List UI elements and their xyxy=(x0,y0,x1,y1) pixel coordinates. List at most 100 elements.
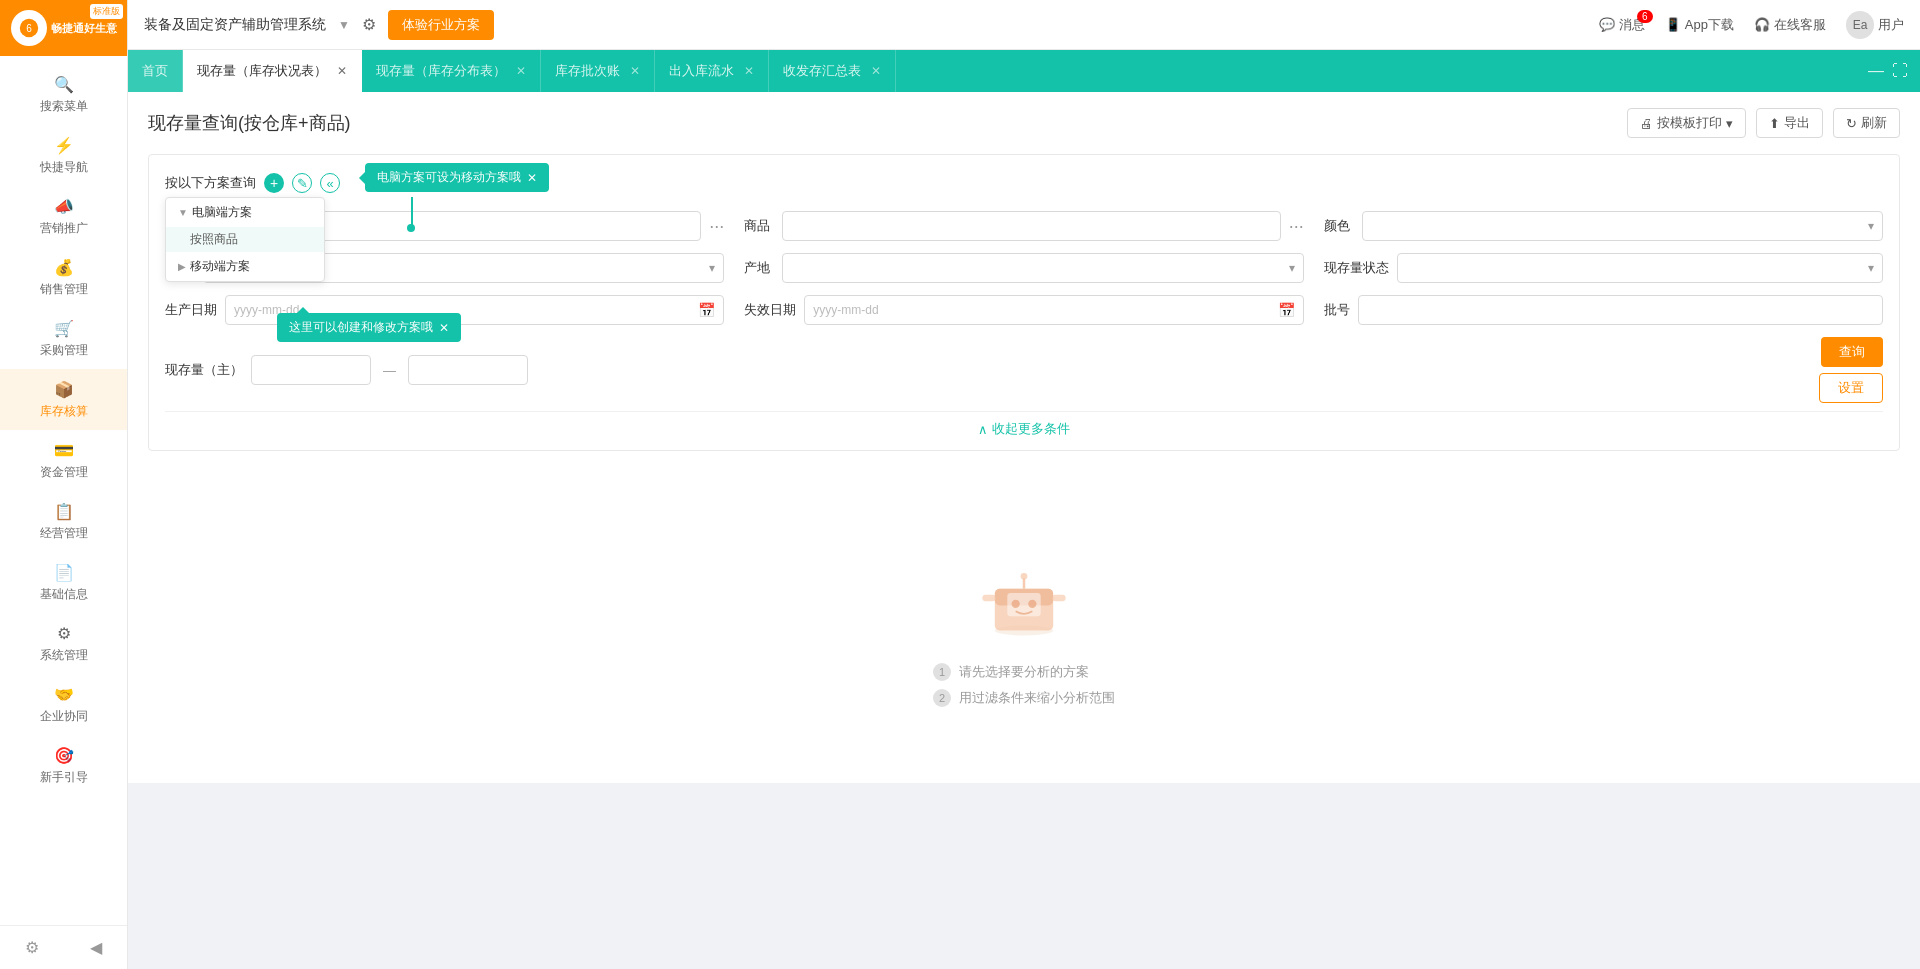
page-title: 现存量查询(按仓库+商品) xyxy=(148,111,351,135)
sidebar-nav: 🔍 搜索菜单 ⚡ 快捷导航 📣 营销推广 💰 销售管理 🛒 采购管理 📦 库存核… xyxy=(0,56,127,925)
filter-grid-row1: 仓库 ··· 商品 ··· 颜色 ▾ xyxy=(165,211,1883,241)
sidebar-footer: ⚙ ◀ xyxy=(0,925,127,969)
empty-tips: 1 请先选择要分析的方案 2 用过滤条件来缩小分析范围 xyxy=(933,663,1115,707)
tab-inventory-status[interactable]: 现存量（库存状况表） ✕ xyxy=(183,50,362,92)
collab-icon: 🤝 xyxy=(54,684,74,704)
tab-batch-account[interactable]: 库存批次账 ✕ xyxy=(541,50,655,92)
sidebar-item-search[interactable]: 🔍 搜索菜单 xyxy=(0,64,127,125)
top-header: 装备及固定资产辅助管理系统 ▼ ⚙ 体验行业方案 💬 消息 6 📱 App下载 … xyxy=(128,0,1920,50)
tab-summary[interactable]: 收发存汇总表 ✕ xyxy=(769,50,896,92)
scheme-group-header-mobile[interactable]: ▶ 移动端方案 xyxy=(166,252,324,281)
qty-start-input[interactable] xyxy=(251,355,371,385)
filter-edit-scheme-button[interactable]: ✎ xyxy=(292,173,312,193)
export-button[interactable]: ⬆ 导出 xyxy=(1756,108,1823,138)
system-dropdown-icon[interactable]: ▼ xyxy=(338,18,350,32)
message-button[interactable]: 💬 消息 6 xyxy=(1599,16,1645,34)
user-profile[interactable]: Ea 用户 xyxy=(1846,11,1904,39)
sidebar-item-collab[interactable]: 🤝 企业协同 xyxy=(0,674,127,735)
tooltip2-close-icon[interactable]: ✕ xyxy=(439,321,449,335)
search-buttons: 查询 设置 xyxy=(1819,337,1883,403)
mobile-icon: 📱 xyxy=(1665,17,1681,32)
origin-select[interactable]: ▾ xyxy=(782,253,1303,283)
filter-field-product: 商品 ··· xyxy=(744,211,1303,241)
collapse-sidebar-icon[interactable]: ◀ xyxy=(90,938,102,957)
svg-point-7 xyxy=(1028,600,1036,608)
app-download-button[interactable]: 📱 App下载 xyxy=(1665,16,1734,34)
query-button[interactable]: 查询 xyxy=(1821,337,1883,367)
inventory-icon: 📦 xyxy=(54,379,74,399)
export-icon: ⬆ xyxy=(1769,116,1780,131)
online-support-button[interactable]: 🎧 在线客服 xyxy=(1754,16,1826,34)
tab-inventory-dist[interactable]: 现存量（库存分布表） ✕ xyxy=(362,50,541,92)
filter-collapse-row: ∧ 收起更多条件 xyxy=(165,411,1883,438)
app-badge: 标准版 xyxy=(90,4,123,19)
settings-footer-icon[interactable]: ⚙ xyxy=(25,938,39,957)
sidebar-item-basic-info[interactable]: 📄 基础信息 xyxy=(0,552,127,613)
tab-minimize-icon[interactable]: — xyxy=(1868,62,1884,80)
main-content: 装备及固定资产辅助管理系统 ▼ ⚙ 体验行业方案 💬 消息 6 📱 App下载 … xyxy=(128,0,1920,969)
scheme-dropdown: ▼ 电脑端方案 按照商品 ▶ 移动端方案 xyxy=(165,197,325,282)
prod-date-calendar-icon: 📅 xyxy=(698,302,715,318)
edit-tooltip-arrow xyxy=(297,307,309,313)
tab-close-inout-flow[interactable]: ✕ xyxy=(744,64,754,78)
product-more-icon[interactable]: ··· xyxy=(1289,216,1304,237)
filter-add-scheme-button[interactable]: + xyxy=(264,173,284,193)
page-content: 现存量查询(按仓库+商品) 🖨 按模板打印 ▾ ⬆ 导出 ↻ 刷新 xyxy=(128,92,1920,969)
product-input[interactable] xyxy=(782,211,1280,241)
print-button[interactable]: 🖨 按模板打印 ▾ xyxy=(1627,108,1746,138)
tab-close-inventory-status[interactable]: ✕ xyxy=(337,64,347,78)
sidebar-item-system[interactable]: ⚙ 系统管理 xyxy=(0,613,127,674)
headset-icon: 🎧 xyxy=(1754,17,1770,32)
reset-button[interactable]: 设置 xyxy=(1819,373,1883,403)
refresh-button[interactable]: ↻ 刷新 xyxy=(1833,108,1900,138)
tab-expand-icon[interactable]: ⛶ xyxy=(1892,62,1908,80)
system-title: 装备及固定资产辅助管理系统 xyxy=(144,16,326,34)
sidebar-item-sales[interactable]: 💰 销售管理 xyxy=(0,247,127,308)
guide-icon: 🎯 xyxy=(54,745,74,765)
settings-gear-icon[interactable]: ⚙ xyxy=(362,15,376,34)
filter-back-button[interactable]: « xyxy=(320,173,340,193)
inventory-status-select[interactable]: ▾ xyxy=(1397,253,1883,283)
empty-tip-2: 2 用过滤条件来缩小分析范围 xyxy=(933,689,1115,707)
collapse-icon: ▼ xyxy=(178,207,188,218)
exp-date-input[interactable]: yyyy-mm-dd 📅 xyxy=(804,295,1303,325)
collapse-button[interactable]: ∧ 收起更多条件 xyxy=(978,420,1070,438)
empty-state: 1 请先选择要分析的方案 2 用过滤条件来缩小分析范围 xyxy=(148,463,1900,767)
edit-scheme-tooltip: 这里可以创建和修改方案哦 ✕ xyxy=(277,313,461,342)
refresh-icon: ↻ xyxy=(1846,116,1857,131)
warehouse-more-icon[interactable]: ··· xyxy=(709,216,724,237)
sidebar-item-purchase[interactable]: 🛒 采购管理 xyxy=(0,308,127,369)
svg-rect-11 xyxy=(1052,595,1065,602)
scheme-group-header-desktop[interactable]: ▼ 电脑端方案 xyxy=(166,198,324,227)
scheme-item-by-goods[interactable]: 按照商品 xyxy=(166,227,324,252)
operations-icon: 📋 xyxy=(54,501,74,521)
sidebar-item-operations[interactable]: 📋 经营管理 xyxy=(0,491,127,552)
batch-input[interactable] xyxy=(1358,295,1883,325)
tab-inout-flow[interactable]: 出入库流水 ✕ xyxy=(655,50,769,92)
size-dropdown-icon: ▾ xyxy=(709,261,715,275)
message-badge: 6 xyxy=(1637,10,1653,23)
industry-solution-button[interactable]: 体验行业方案 xyxy=(388,10,494,40)
sidebar-item-guide[interactable]: 🎯 新手引导 xyxy=(0,735,127,796)
tab-close-summary[interactable]: ✕ xyxy=(871,64,881,78)
finance-icon: 💳 xyxy=(54,440,74,460)
tab-close-inventory-dist[interactable]: ✕ xyxy=(516,64,526,78)
tab-close-batch-account[interactable]: ✕ xyxy=(630,64,640,78)
tooltip1-close-icon[interactable]: ✕ xyxy=(527,171,537,185)
svg-text:6: 6 xyxy=(26,23,32,34)
basic-info-icon: 📄 xyxy=(54,562,74,582)
sidebar-item-inventory[interactable]: 📦 库存核算 xyxy=(0,369,127,430)
tip-num-1: 1 xyxy=(933,663,951,681)
tab-home[interactable]: 首页 xyxy=(128,50,183,92)
empty-tip-1: 1 请先选择要分析的方案 xyxy=(933,663,1115,681)
sidebar-item-marketing[interactable]: 📣 营销推广 xyxy=(0,186,127,247)
page-actions: 🖨 按模板打印 ▾ ⬆ 导出 ↻ 刷新 xyxy=(1627,108,1900,138)
qty-range-sep: — xyxy=(379,363,400,378)
sidebar-item-quicknav[interactable]: ⚡ 快捷导航 xyxy=(0,125,127,186)
filter-grid-row4: 现存量（主） — 查询 设置 xyxy=(165,337,1883,403)
qty-end-input[interactable] xyxy=(408,355,528,385)
sales-icon: 💰 xyxy=(54,257,74,277)
tooltip-connector-line xyxy=(411,197,413,225)
sidebar-item-finance[interactable]: 💳 资金管理 xyxy=(0,430,127,491)
color-select[interactable]: ▾ xyxy=(1362,211,1883,241)
